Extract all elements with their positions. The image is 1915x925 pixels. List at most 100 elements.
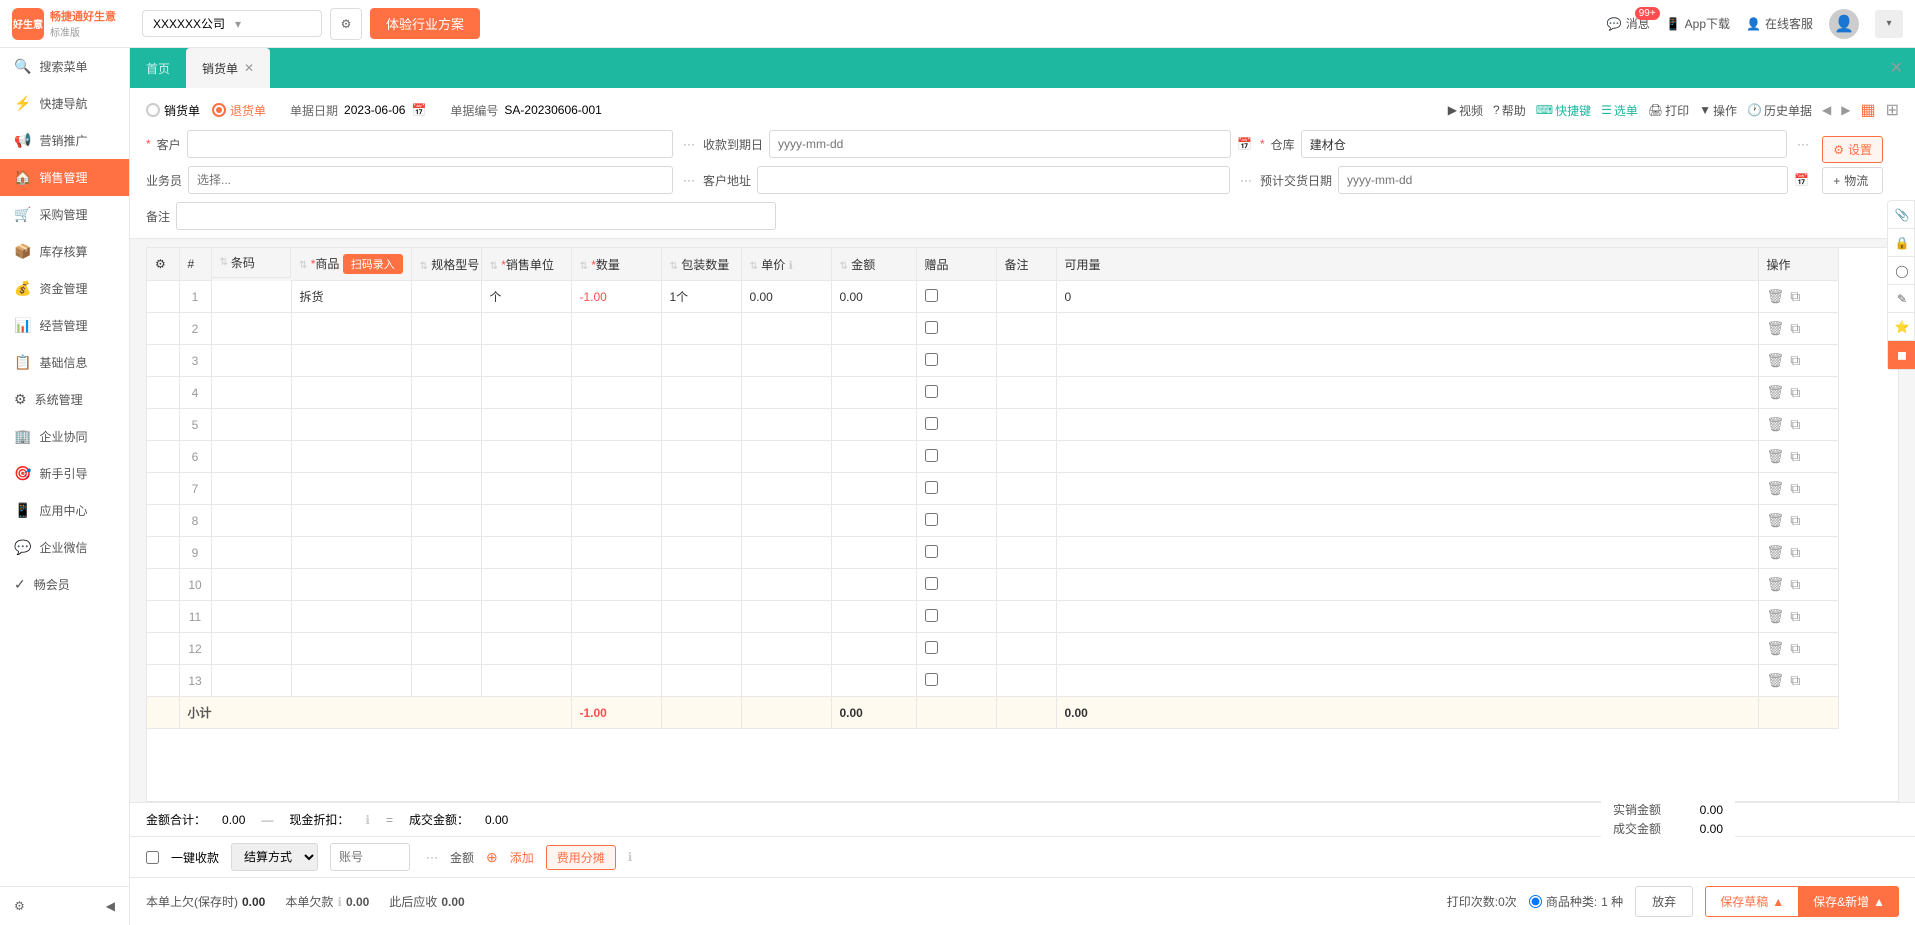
cell-barcode[interactable] xyxy=(211,409,291,441)
account-dots-btn[interactable]: ··· xyxy=(426,850,438,864)
cell-gift[interactable] xyxy=(916,441,996,473)
cell-product[interactable] xyxy=(291,345,411,377)
cell-spec[interactable] xyxy=(411,665,481,697)
cell-pack-qty[interactable] xyxy=(661,537,741,569)
cell-barcode[interactable] xyxy=(211,633,291,665)
sidebar-item-marketing[interactable]: 📢 营销推广 xyxy=(0,122,129,159)
cell-remark[interactable] xyxy=(996,633,1056,665)
radio-sales[interactable]: 销货单 xyxy=(146,102,200,119)
note-input[interactable] xyxy=(176,202,776,230)
add-payment-icon[interactable]: ⊕ xyxy=(486,849,498,866)
float-btn-2[interactable]: 🔒 xyxy=(1888,229,1915,257)
gift-checkbox[interactable] xyxy=(925,449,938,462)
cell-pack-qty[interactable] xyxy=(661,505,741,537)
copy-icon[interactable]: ⧉ xyxy=(1790,320,1800,337)
cell-amount[interactable] xyxy=(831,569,916,601)
toolbar-video-btn[interactable]: ▶ 视频 xyxy=(1448,102,1483,119)
account-input[interactable] xyxy=(330,843,410,871)
calendar3-icon[interactable]: 📅 xyxy=(1794,173,1809,187)
copy-icon[interactable]: ⧉ xyxy=(1790,384,1800,401)
toolbar-help-btn[interactable]: ? 帮助 xyxy=(1493,102,1526,119)
cell-gift[interactable] xyxy=(916,377,996,409)
expense-info-icon[interactable]: ℹ xyxy=(628,850,633,864)
app-download-btn[interactable]: 📱 App下载 xyxy=(1666,15,1730,32)
copy-icon[interactable]: ⧉ xyxy=(1790,672,1800,689)
cell-barcode[interactable] xyxy=(211,601,291,633)
cell-unit-price[interactable] xyxy=(741,377,831,409)
gift-checkbox[interactable] xyxy=(925,609,938,622)
cell-gift[interactable] xyxy=(916,537,996,569)
toolbar-history-btn[interactable]: 🕐 历史单据 xyxy=(1747,102,1812,119)
cell-barcode[interactable] xyxy=(211,441,291,473)
cell-pack-qty[interactable] xyxy=(661,313,741,345)
cell-barcode[interactable] xyxy=(211,537,291,569)
prev-btn[interactable]: ◀ xyxy=(1822,103,1831,117)
cell-gift[interactable] xyxy=(916,665,996,697)
copy-icon-1[interactable]: ⧉ xyxy=(1790,288,1800,305)
abandon-button[interactable]: 放弃 xyxy=(1635,886,1693,917)
product-kind-radio[interactable] xyxy=(1529,895,1542,908)
cell-barcode-1[interactable] xyxy=(211,281,291,313)
cell-amount[interactable] xyxy=(831,345,916,377)
cell-pack-qty[interactable] xyxy=(661,377,741,409)
sidebar-settings-btn[interactable]: ⚙ xyxy=(14,899,25,913)
cell-qty[interactable] xyxy=(571,537,661,569)
warehouse-input[interactable] xyxy=(1301,130,1787,158)
delete-icon[interactable]: 🗑 xyxy=(1767,576,1785,593)
toolbar-select-btn[interactable]: ☰ 选单 xyxy=(1601,102,1638,119)
cell-spec-1[interactable] xyxy=(411,281,481,313)
cell-unit[interactable] xyxy=(481,505,571,537)
cell-qty[interactable] xyxy=(571,409,661,441)
cell-amount[interactable] xyxy=(831,633,916,665)
cell-product[interactable] xyxy=(291,569,411,601)
cell-amount[interactable] xyxy=(831,601,916,633)
company-selector[interactable]: XXXXXX公司 ▾ xyxy=(142,10,322,37)
sidebar-item-wechat[interactable]: 💬 企业微信 xyxy=(0,529,129,566)
radio-return[interactable]: 退货单 xyxy=(212,102,266,119)
delete-icon[interactable]: 🗑 xyxy=(1767,320,1785,337)
cell-gift[interactable] xyxy=(916,569,996,601)
cell-pack-qty[interactable] xyxy=(661,345,741,377)
logistics-btn[interactable]: + 物流 xyxy=(1822,167,1883,194)
expected-date-input[interactable] xyxy=(1338,166,1788,194)
tab-sales-order[interactable]: 销货单 ✕ xyxy=(186,48,270,88)
scan-btn[interactable]: 扫码录入 xyxy=(343,254,403,274)
cell-qty[interactable] xyxy=(571,345,661,377)
sidebar-item-search[interactable]: 🔍 搜索菜单 xyxy=(0,48,129,85)
user-menu-btn[interactable]: ▾ xyxy=(1875,10,1903,38)
cell-barcode[interactable] xyxy=(211,473,291,505)
copy-icon[interactable]: ⧉ xyxy=(1790,576,1800,593)
copy-icon[interactable]: ⧉ xyxy=(1790,352,1800,369)
toolbar-print-btn[interactable]: 🖨 打印 xyxy=(1648,102,1689,119)
float-btn-3[interactable]: ◯ xyxy=(1888,257,1915,285)
cell-amount[interactable] xyxy=(831,473,916,505)
cell-pack-qty[interactable] xyxy=(661,601,741,633)
cell-barcode[interactable] xyxy=(211,665,291,697)
cell-unit[interactable] xyxy=(481,665,571,697)
float-btn-1[interactable]: 📎 xyxy=(1888,201,1915,229)
cell-spec[interactable] xyxy=(411,505,481,537)
sidebar-item-apps[interactable]: 📱 应用中心 xyxy=(0,492,129,529)
cell-barcode[interactable] xyxy=(211,345,291,377)
cell-spec[interactable] xyxy=(411,441,481,473)
copy-icon[interactable]: ⧉ xyxy=(1790,416,1800,433)
cell-gift[interactable] xyxy=(916,505,996,537)
cell-unit[interactable] xyxy=(481,633,571,665)
cell-spec[interactable] xyxy=(411,569,481,601)
delete-icon[interactable]: 🗑 xyxy=(1767,512,1785,529)
one-click-payment-checkbox[interactable] xyxy=(146,851,159,864)
delete-icon[interactable]: 🗑 xyxy=(1767,448,1785,465)
delete-icon-1[interactable]: 🗑 xyxy=(1767,288,1785,305)
cell-remark[interactable] xyxy=(996,537,1056,569)
cell-remark-1[interactable] xyxy=(996,281,1056,313)
cell-unit[interactable] xyxy=(481,537,571,569)
cell-spec[interactable] xyxy=(411,633,481,665)
cell-spec[interactable] xyxy=(411,313,481,345)
cell-unit-price[interactable] xyxy=(741,313,831,345)
cell-unit-price[interactable] xyxy=(741,569,831,601)
cell-product[interactable] xyxy=(291,665,411,697)
cell-amount[interactable] xyxy=(831,505,916,537)
sidebar-item-operations[interactable]: 📊 经营管理 xyxy=(0,307,129,344)
delete-icon[interactable]: 🗑 xyxy=(1767,384,1785,401)
cell-remark[interactable] xyxy=(996,377,1056,409)
